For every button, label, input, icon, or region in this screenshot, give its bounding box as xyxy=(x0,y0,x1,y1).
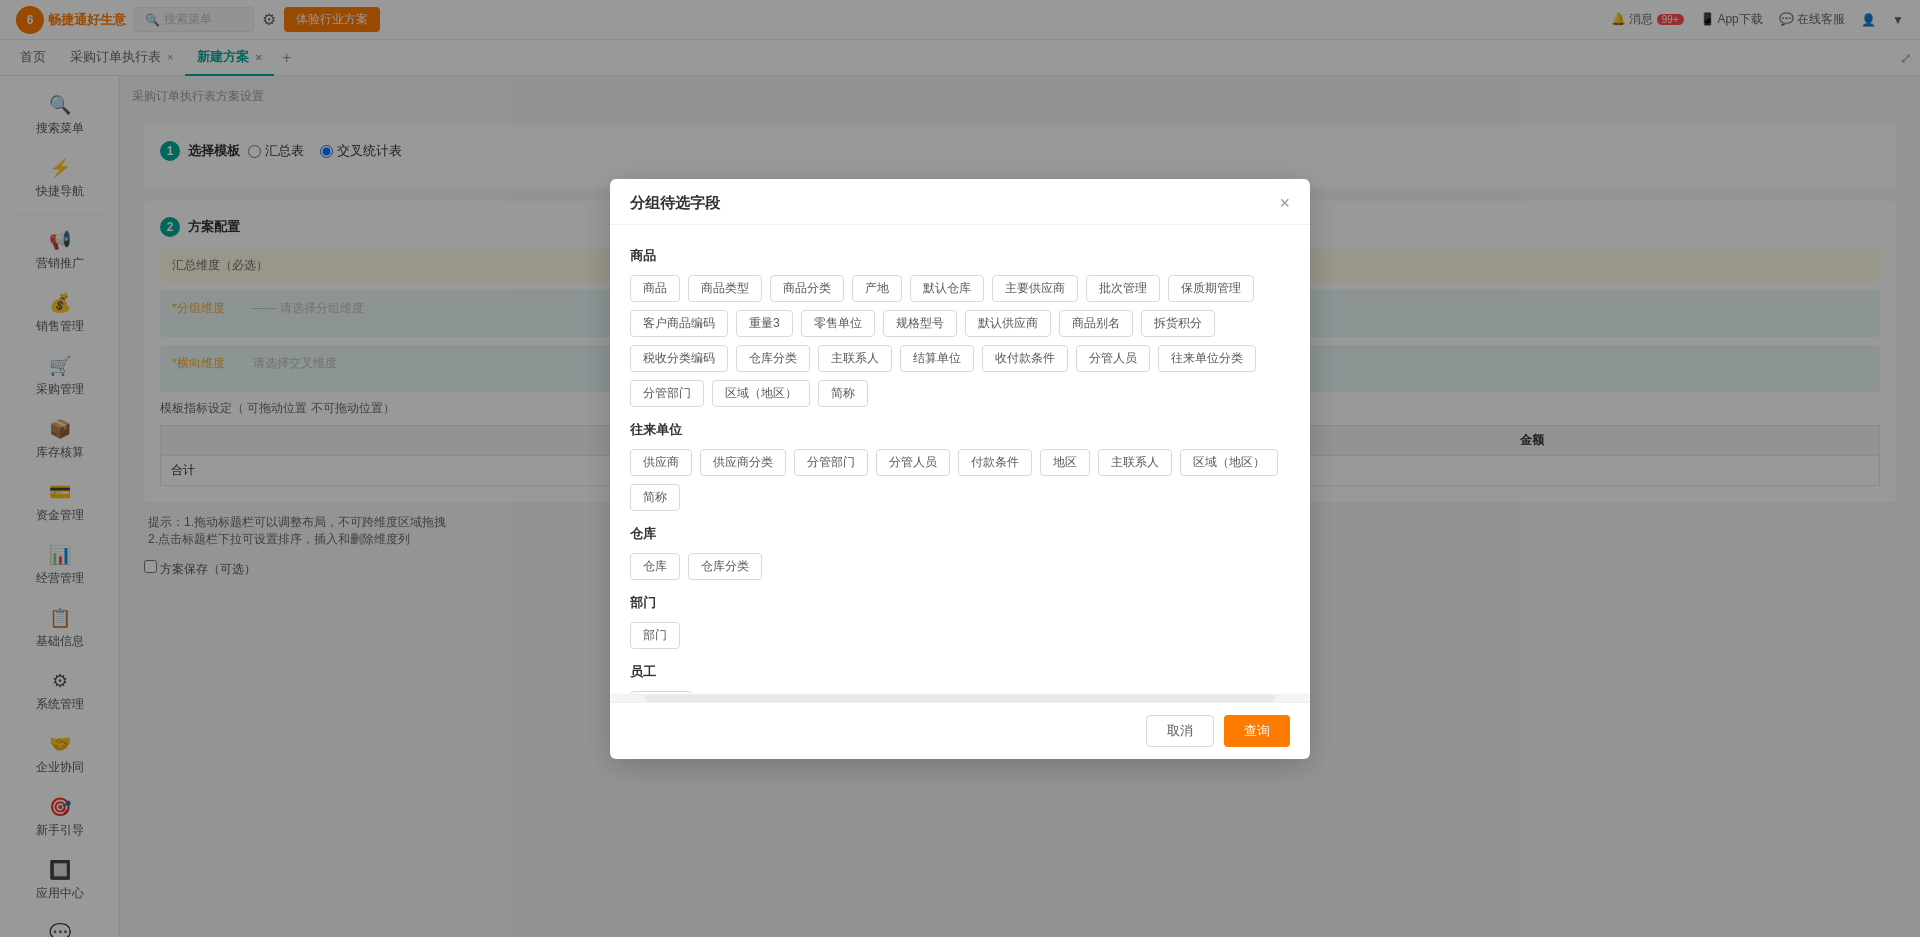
modal-horizontal-scrollbar[interactable] xyxy=(610,694,1310,702)
modal-title: 分组待选字段 xyxy=(630,194,720,213)
tag-supplier[interactable]: 供应商 xyxy=(630,449,692,476)
tag-warehouse-cat[interactable]: 仓库分类 xyxy=(688,553,762,580)
tag-goods-type[interactable]: 商品类型 xyxy=(688,275,762,302)
modal-footer: 取消 查询 xyxy=(610,702,1310,759)
modal-body: 商品 商品 商品类型 商品分类 产地 默认仓库 主要供应商 批次管理 保质期管理… xyxy=(610,225,1310,694)
section-counterpart-title: 往来单位 xyxy=(630,421,1290,439)
tag-abbr[interactable]: 简称 xyxy=(818,380,868,407)
tag-origin[interactable]: 产地 xyxy=(852,275,902,302)
tag-mgmt-dept[interactable]: 分管部门 xyxy=(794,449,868,476)
tag-batch-mgmt[interactable]: 批次管理 xyxy=(1086,275,1160,302)
tag-supplier-category[interactable]: 供应商分类 xyxy=(700,449,786,476)
tag-goods-category[interactable]: 商品分类 xyxy=(770,275,844,302)
modal-overlay: 分组待选字段 × 商品 商品 商品类型 商品分类 产地 默认仓库 主要供应商 批… xyxy=(0,0,1920,937)
tag-dept[interactable]: 分管部门 xyxy=(630,380,704,407)
tag-area[interactable]: 地区 xyxy=(1040,449,1090,476)
section-department-title: 部门 xyxy=(630,594,1290,612)
tag-partner-category[interactable]: 往来单位分类 xyxy=(1158,345,1256,372)
tag-payment-condition[interactable]: 付款条件 xyxy=(958,449,1032,476)
tag-main-supplier[interactable]: 主要供应商 xyxy=(992,275,1078,302)
tag-expiry-mgmt[interactable]: 保质期管理 xyxy=(1168,275,1254,302)
tag-spec-model[interactable]: 规格型号 xyxy=(883,310,957,337)
section-warehouse-title: 仓库 xyxy=(630,525,1290,543)
tag-region2[interactable]: 区域（地区） xyxy=(1180,449,1278,476)
tag-main-contact[interactable]: 主联系人 xyxy=(818,345,892,372)
modal-header: 分组待选字段 × xyxy=(610,179,1310,225)
tag-department[interactable]: 部门 xyxy=(630,622,680,649)
tag-mgmt-person[interactable]: 分管人员 xyxy=(876,449,950,476)
tag-manager[interactable]: 分管人员 xyxy=(1076,345,1150,372)
tag-default-warehouse[interactable]: 默认仓库 xyxy=(910,275,984,302)
tag-weight[interactable]: 重量3 xyxy=(736,310,793,337)
modal: 分组待选字段 × 商品 商品 商品类型 商品分类 产地 默认仓库 主要供应商 批… xyxy=(610,179,1310,759)
section-goods-title: 商品 xyxy=(630,247,1290,265)
section-warehouse-tags: 仓库 仓库分类 xyxy=(630,553,1290,580)
tag-abbr2[interactable]: 简称 xyxy=(630,484,680,511)
cancel-button[interactable]: 取消 xyxy=(1146,715,1214,747)
section-goods-tags: 商品 商品类型 商品分类 产地 默认仓库 主要供应商 批次管理 保质期管理 客户… xyxy=(630,275,1290,407)
section-department-tags: 部门 xyxy=(630,622,1290,649)
tag-main-contact2[interactable]: 主联系人 xyxy=(1098,449,1172,476)
tag-payment-terms[interactable]: 收付款条件 xyxy=(982,345,1068,372)
tag-warehouse-category[interactable]: 仓库分类 xyxy=(736,345,810,372)
tag-default-supplier[interactable]: 默认供应商 xyxy=(965,310,1051,337)
modal-close-button[interactable]: × xyxy=(1279,193,1290,214)
tag-retail-unit[interactable]: 零售单位 xyxy=(801,310,875,337)
tag-customer-code[interactable]: 客户商品编码 xyxy=(630,310,728,337)
tag-region[interactable]: 区域（地区） xyxy=(712,380,810,407)
tag-tax-code[interactable]: 税收分类编码 xyxy=(630,345,728,372)
confirm-button[interactable]: 查询 xyxy=(1224,715,1290,747)
section-staff-title: 员工 xyxy=(630,663,1290,681)
tag-warehouse[interactable]: 仓库 xyxy=(630,553,680,580)
tag-settlement-unit[interactable]: 结算单位 xyxy=(900,345,974,372)
tag-split-points[interactable]: 拆货积分 xyxy=(1141,310,1215,337)
section-counterpart-tags: 供应商 供应商分类 分管部门 分管人员 付款条件 地区 主联系人 区域（地区） … xyxy=(630,449,1290,511)
tag-goods[interactable]: 商品 xyxy=(630,275,680,302)
tag-goods-alias[interactable]: 商品别名 xyxy=(1059,310,1133,337)
